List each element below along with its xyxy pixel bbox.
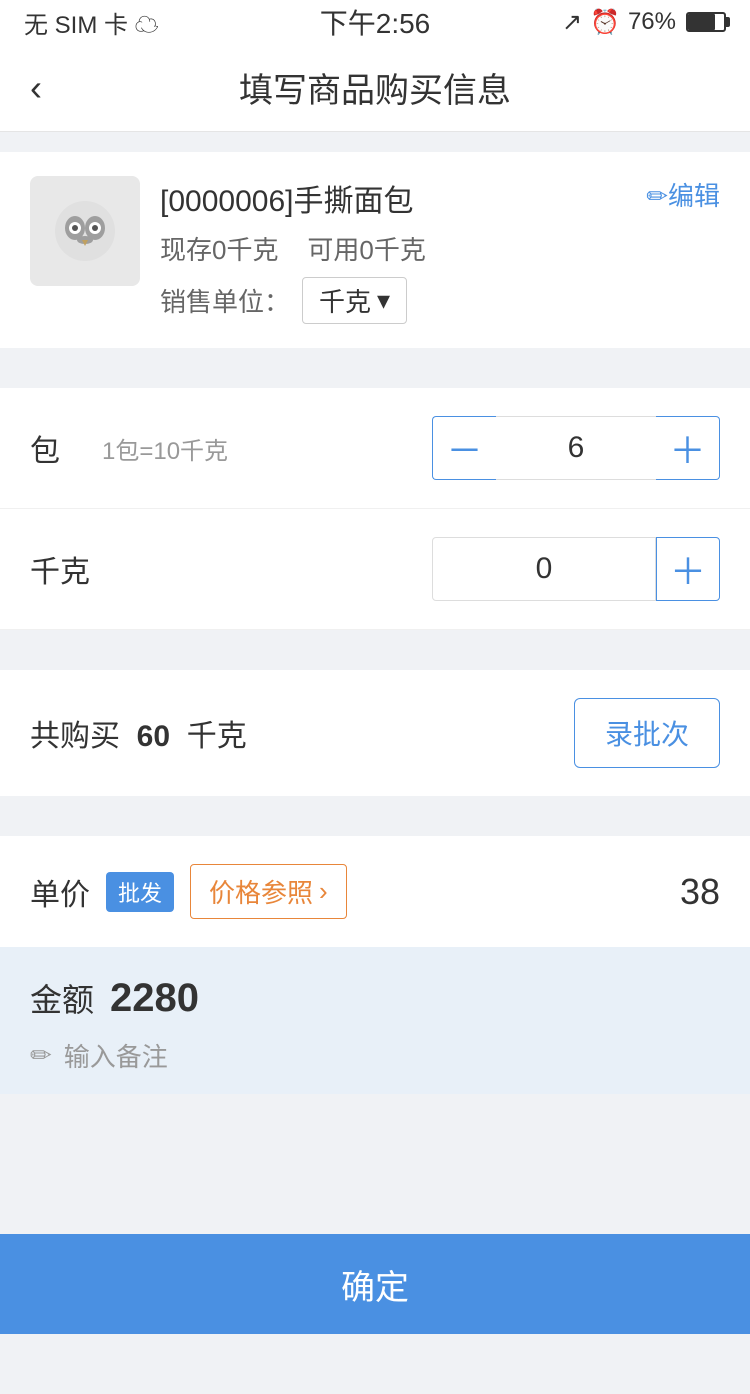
battery-fill (688, 14, 715, 30)
status-left: 无 SIM 卡 ☁ (24, 5, 159, 40)
product-card: [0000006]手撕面包 ✏编辑 现存0千克 可用0千克 销售单位： 千克 ▾ (0, 152, 750, 348)
unit-select[interactable]: 千克 ▾ (302, 277, 407, 324)
unit-dropdown-icon: ▾ (377, 285, 390, 316)
product-name: [0000006]手撕面包 (160, 176, 413, 220)
product-image (30, 176, 140, 286)
total-amount: 60 (137, 720, 170, 753)
record-batch-button[interactable]: 录批次 (574, 698, 720, 768)
battery-percent: 76% (628, 8, 676, 36)
price-label: 单价 (30, 870, 90, 914)
status-bar: 无 SIM 卡 ☁ 下午2:56 ↗ ⏰ 76% (0, 0, 750, 44)
amount-label: 金额 (30, 975, 94, 1021)
edit-button[interactable]: ✏编辑 (646, 176, 720, 213)
quantity-kg-row: 千克 ＋ (0, 509, 750, 630)
total-row: 共购买 60 千克 录批次 (0, 670, 750, 796)
divider-3 (0, 796, 750, 816)
bag-minus-button[interactable]: － (432, 416, 496, 480)
product-stock: 现存0千克 可用0千克 (160, 230, 720, 267)
total-unit: 千克 (187, 720, 247, 753)
product-info: [0000006]手撕面包 ✏编辑 现存0千克 可用0千克 销售单位： 千克 ▾ (160, 176, 720, 324)
total-prefix: 共购买 (30, 720, 120, 753)
location-icon: ↗ (562, 8, 582, 37)
confirm-button-text: 确定 (341, 1260, 409, 1309)
stock-label: 现存0千克 (160, 235, 278, 265)
alarm-icon: ⏰ (590, 8, 620, 37)
amount-row: 金额 2280 (30, 975, 720, 1021)
minus-icon: － (446, 422, 482, 474)
kg-plus-button[interactable]: ＋ (656, 537, 720, 601)
status-right: ↗ ⏰ 76% (562, 8, 726, 37)
amount-value: 2280 (110, 976, 199, 1021)
product-unit-row: 销售单位： 千克 ▾ (160, 277, 720, 324)
price-ref-label: 价格参照 (209, 873, 313, 910)
remark-row[interactable]: ✏ 输入备注 (30, 1037, 720, 1074)
bag-quantity-input[interactable] (496, 416, 656, 480)
total-label: 共购买 60 千克 (30, 711, 247, 755)
divider-1 (0, 348, 750, 368)
price-value: 38 (680, 871, 720, 913)
price-section: 单价 批发 价格参照 › 38 (0, 836, 750, 947)
kg-label: 千克 (30, 547, 90, 591)
bag-plus-button[interactable]: ＋ (656, 416, 720, 480)
confirm-bar[interactable]: 确定 (0, 1234, 750, 1334)
page-title: 填写商品购买信息 (239, 63, 511, 112)
price-ref-arrow: › (319, 876, 328, 907)
unit-value: 千克 (319, 282, 371, 319)
divider-2 (0, 630, 750, 650)
amount-section: 金额 2280 ✏ 输入备注 (0, 947, 750, 1094)
status-time: 下午2:56 (320, 2, 431, 42)
price-ref-button[interactable]: 价格参照 › (190, 864, 347, 919)
bag-hint: 1包=10千克 (102, 431, 432, 466)
bag-label: 包 (30, 426, 90, 470)
battery-icon (686, 12, 726, 32)
unit-label: 销售单位： (160, 282, 290, 319)
sim-label: 无 SIM 卡 ☁ (24, 5, 159, 40)
quantity-bag-row: 包 1包=10千克 － ＋ (0, 388, 750, 509)
bag-quantity-control: － ＋ (432, 416, 720, 480)
total-section: 共购买 60 千克 录批次 (0, 670, 750, 796)
kg-plus-icon: ＋ (670, 543, 706, 595)
remark-icon: ✏ (30, 1040, 52, 1071)
remark-placeholder: 输入备注 (64, 1037, 168, 1074)
available-label: 可用0千克 (307, 235, 425, 265)
nav-bar: ‹ 填写商品购买信息 (0, 44, 750, 132)
back-button[interactable]: ‹ (30, 57, 52, 119)
product-logo (50, 196, 120, 266)
price-row: 单价 批发 价格参照 › 38 (0, 836, 750, 947)
kg-quantity-control: ＋ (432, 537, 720, 601)
batch-badge: 批发 (106, 872, 174, 912)
plus-icon: ＋ (669, 422, 705, 474)
kg-quantity-input[interactable] (432, 537, 656, 601)
page-wrapper: 无 SIM 卡 ☁ 下午2:56 ↗ ⏰ 76% ‹ 填写商品购买信息 (0, 0, 750, 1394)
quantity-section: 包 1包=10千克 － ＋ 千克 ＋ (0, 388, 750, 630)
